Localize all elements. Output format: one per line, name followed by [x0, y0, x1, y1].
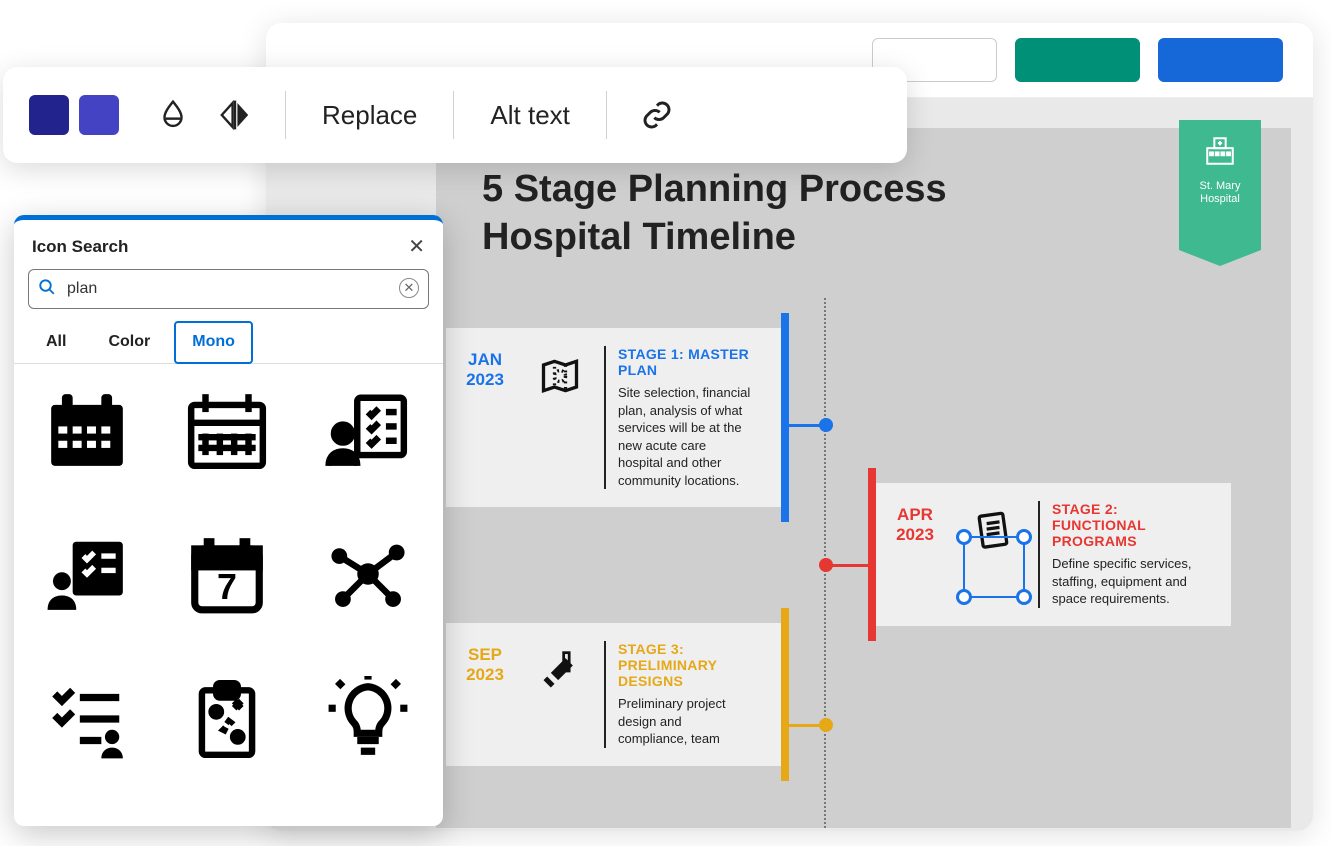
- hospital-ribbon[interactable]: St. Mary Hospital: [1179, 120, 1261, 250]
- resize-handle-tr[interactable]: [1016, 529, 1032, 545]
- search-input[interactable]: [28, 269, 429, 309]
- card-accent-bar: [781, 608, 789, 781]
- resize-handle-br[interactable]: [1016, 589, 1032, 605]
- stage-title: STAGE 2: FUNCTIONAL PROGRAMS: [1052, 501, 1203, 549]
- selection-handles[interactable]: [966, 539, 1022, 595]
- svg-text:7: 7: [217, 567, 237, 607]
- stage-card-3[interactable]: SEP 2023 STAGE 3: PRELIMINARY DESIGNS Pr…: [446, 623, 781, 766]
- stage-date: APR 2023: [876, 501, 954, 608]
- popover-title: Icon Search: [32, 237, 128, 257]
- toolbar-button-teal[interactable]: [1015, 38, 1140, 82]
- stage-date: JAN 2023: [446, 346, 524, 489]
- calendar-filled-icon[interactable]: [32, 382, 142, 477]
- color-swatch-secondary[interactable]: [79, 95, 119, 135]
- flip-button[interactable]: [209, 89, 261, 141]
- alt-text-button[interactable]: Alt text: [478, 100, 581, 131]
- opacity-button[interactable]: [147, 89, 199, 141]
- search-row: ✕: [14, 269, 443, 321]
- popover-header: Icon Search ✕: [14, 220, 443, 269]
- search-icon: [38, 278, 56, 301]
- card-accent-bar: [781, 313, 789, 522]
- tab-mono[interactable]: Mono: [174, 321, 253, 364]
- notepad-icon[interactable]: [972, 509, 1016, 553]
- document-canvas[interactable]: 5 Stage Planning Process Hospital Timeli…: [436, 128, 1291, 828]
- toolbar-divider: [285, 91, 286, 139]
- selection-border: [963, 536, 1025, 598]
- timeline-axis: [824, 298, 826, 828]
- stage-card-1[interactable]: JAN 2023 STAGE 1: MASTER PLAN Site selec…: [446, 328, 781, 507]
- context-toolbar: Replace Alt text: [3, 67, 907, 163]
- card-accent-bar: [868, 468, 876, 641]
- task-person-icon[interactable]: [32, 671, 142, 766]
- toolbar-divider: [606, 91, 607, 139]
- clear-search-icon[interactable]: ✕: [399, 278, 419, 298]
- stage-description: Preliminary project design and complianc…: [618, 695, 753, 748]
- card-body: STAGE 2: FUNCTIONAL PROGRAMS Define spec…: [1052, 501, 1213, 608]
- toolbar-button-blue[interactable]: [1158, 38, 1283, 82]
- icon-results-grid: 7: [14, 364, 443, 804]
- calendar-outline-icon[interactable]: [172, 382, 282, 477]
- resize-handle-tl[interactable]: [956, 529, 972, 545]
- stage-date: SEP 2023: [446, 641, 524, 748]
- ruler-pencil-icon[interactable]: [538, 649, 582, 693]
- card-divider: [604, 346, 606, 489]
- calendar-7-icon[interactable]: 7: [172, 527, 282, 622]
- map-icon[interactable]: [538, 354, 582, 398]
- tab-all[interactable]: All: [28, 321, 84, 363]
- ribbon-label: St. Mary Hospital: [1179, 180, 1261, 206]
- clipboard-strategy-icon[interactable]: [172, 671, 282, 766]
- card-divider: [604, 641, 606, 748]
- title-line-1[interactable]: 5 Stage Planning Process: [482, 166, 1245, 214]
- card-divider: [1038, 501, 1040, 608]
- title-line-2[interactable]: Hospital Timeline: [482, 214, 1245, 262]
- color-swatch-primary[interactable]: [29, 95, 69, 135]
- tab-color[interactable]: Color: [90, 321, 168, 363]
- search-box: ✕: [28, 269, 429, 309]
- stage-title: STAGE 1: MASTER PLAN: [618, 346, 753, 378]
- stage-card-2[interactable]: APR 2023 STAGE 2: FUNCTIONAL PROGRAMS De…: [876, 483, 1231, 626]
- close-icon[interactable]: ✕: [408, 234, 425, 259]
- link-button[interactable]: [631, 89, 683, 141]
- network-nodes-icon[interactable]: [313, 527, 423, 622]
- person-checklist-filled-icon[interactable]: [32, 527, 142, 622]
- card-body: STAGE 3: PRELIMINARY DESIGNS Preliminary…: [618, 641, 763, 748]
- person-checklist-icon[interactable]: [313, 382, 423, 477]
- card-body: STAGE 1: MASTER PLAN Site selection, fin…: [618, 346, 763, 489]
- stage-description: Define specific services, staffing, equi…: [1052, 555, 1203, 608]
- stage-description: Site selection, financial plan, analysis…: [618, 384, 753, 489]
- filter-tabs: All Color Mono: [14, 321, 443, 364]
- stage-title: STAGE 3: PRELIMINARY DESIGNS: [618, 641, 753, 689]
- replace-button[interactable]: Replace: [310, 100, 429, 131]
- resize-handle-bl[interactable]: [956, 589, 972, 605]
- toolbar-divider: [453, 91, 454, 139]
- lightbulb-icon[interactable]: [313, 671, 423, 766]
- page-title: 5 Stage Planning Process Hospital Timeli…: [482, 166, 1245, 261]
- hospital-icon: [1179, 134, 1261, 176]
- icon-search-popover: Icon Search ✕ ✕ All Color Mono 7: [14, 215, 443, 826]
